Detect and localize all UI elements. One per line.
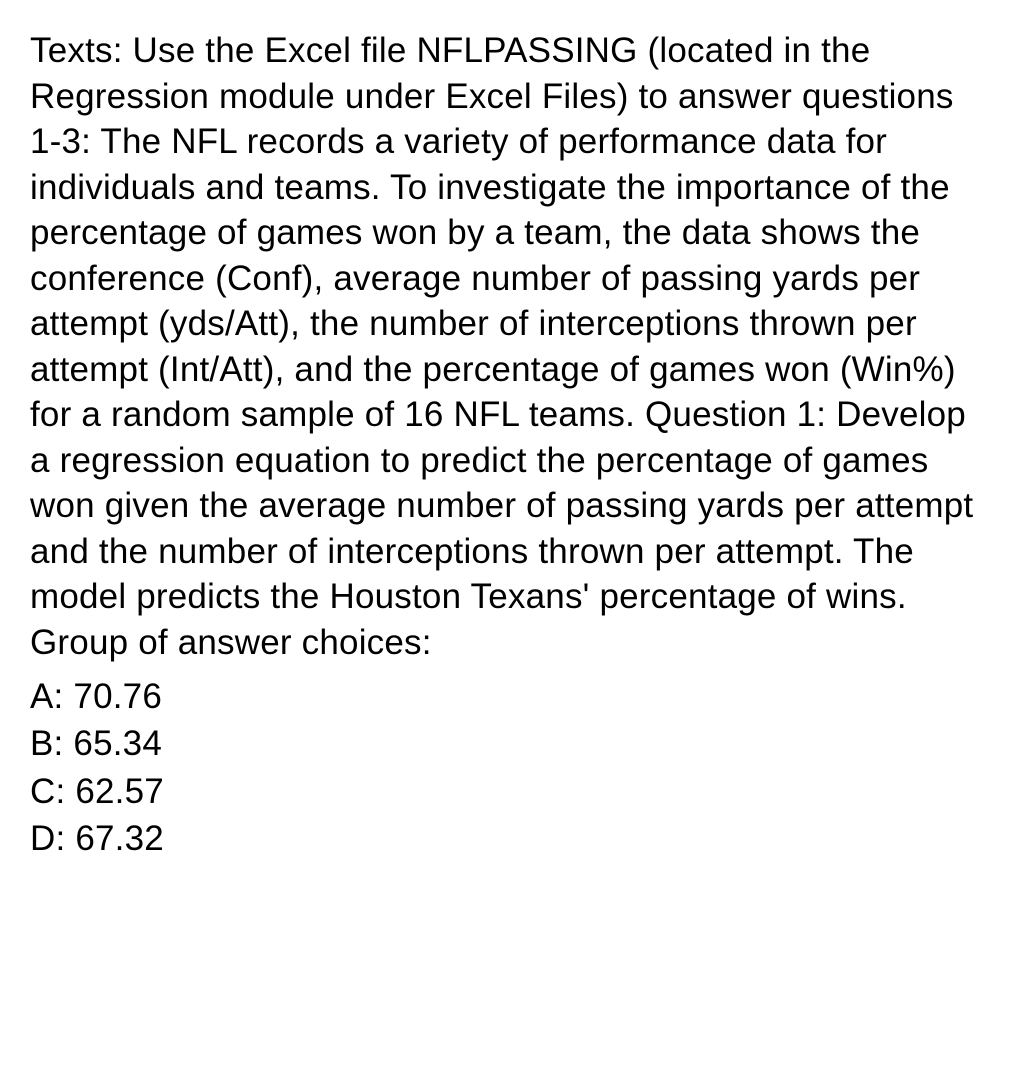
choice-a-label: A: <box>30 677 63 716</box>
choice-d[interactable]: D: 67.32 <box>30 815 994 862</box>
choice-d-value: 67.32 <box>75 819 164 858</box>
question-text: Texts: Use the Excel file NFLPASSING (lo… <box>30 28 994 665</box>
choice-b[interactable]: B: 65.34 <box>30 720 994 767</box>
choice-b-label: B: <box>30 724 63 763</box>
choice-a[interactable]: A: 70.76 <box>30 673 994 720</box>
answer-choices: A: 70.76 B: 65.34 C: 62.57 D: 67.32 <box>30 673 994 862</box>
choice-b-value: 65.34 <box>73 724 162 763</box>
choice-c[interactable]: C: 62.57 <box>30 768 994 815</box>
choice-d-label: D: <box>30 819 65 858</box>
choice-c-label: C: <box>30 772 65 811</box>
choice-c-value: 62.57 <box>75 772 164 811</box>
choice-a-value: 70.76 <box>73 677 162 716</box>
